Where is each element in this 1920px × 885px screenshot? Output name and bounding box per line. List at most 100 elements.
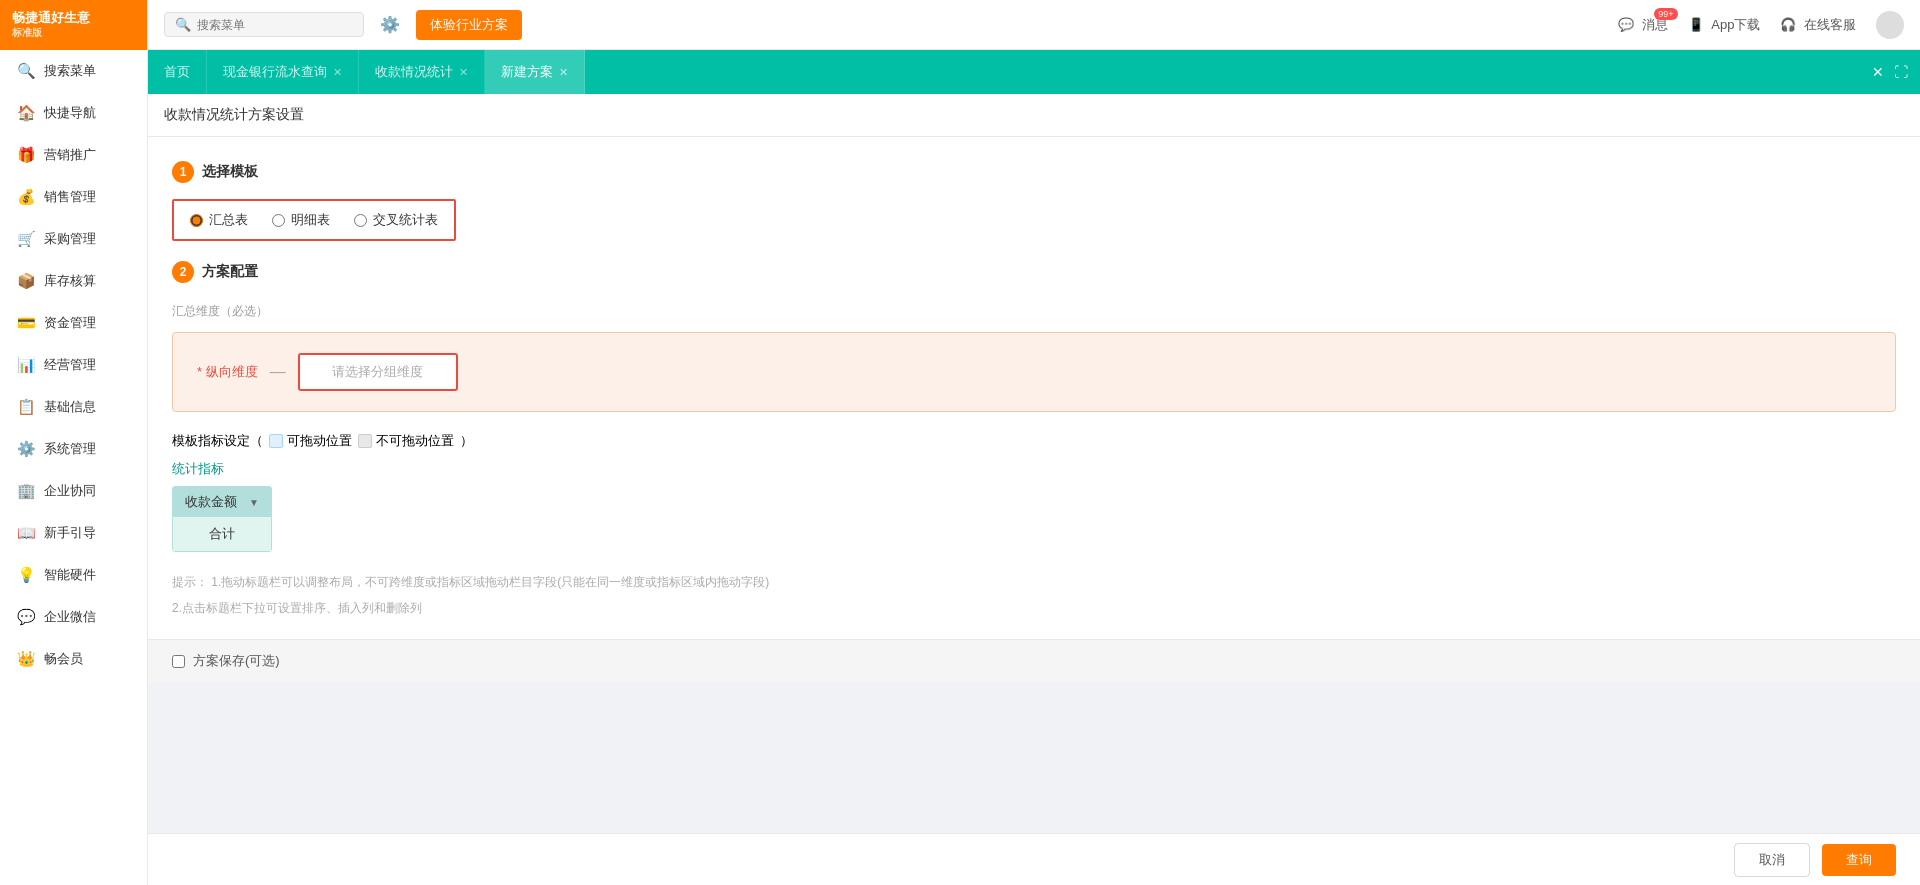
- sidebar-item-purchase[interactable]: 🛒 采购管理: [0, 218, 147, 260]
- sidebar-item-label: 搜索菜单: [44, 62, 96, 80]
- radio-cross[interactable]: 交叉统计表: [354, 211, 438, 229]
- sidebar-item-label: 企业微信: [44, 608, 96, 626]
- tabbar-actions: ✕ ⛶: [1860, 50, 1920, 94]
- metrics-title-prefix: 模板指标设定（: [172, 432, 263, 450]
- radio-detail-input[interactable]: [272, 214, 285, 227]
- wechat-icon: 💬: [16, 608, 36, 626]
- sidebar-item-hardware[interactable]: 💡 智能硬件: [0, 554, 147, 596]
- sidebar-item-marketing[interactable]: 🎁 营销推广: [0, 134, 147, 176]
- sidebar-item-wechat[interactable]: 💬 企业微信: [0, 596, 147, 638]
- footer-bar: 取消 查询: [148, 833, 1920, 885]
- save-label[interactable]: 方案保存(可选): [193, 652, 280, 670]
- building-icon: 🏢: [16, 482, 36, 500]
- close-window-icon[interactable]: ✕: [1872, 64, 1884, 80]
- save-checkbox[interactable]: [172, 655, 185, 668]
- sidebar-item-label: 采购管理: [44, 230, 96, 248]
- notification-count: 99+: [1654, 8, 1677, 20]
- vertical-label: * 纵向维度: [197, 363, 258, 381]
- sidebar-logo: 畅捷通好生意 标准版: [0, 0, 147, 50]
- sidebar-item-enterprise[interactable]: 🏢 企业协同: [0, 470, 147, 512]
- sidebar-item-label: 智能硬件: [44, 566, 96, 584]
- sidebar-item-label: 营销推广: [44, 146, 96, 164]
- topbar-search-container[interactable]: 🔍: [164, 12, 364, 37]
- sidebar-item-label: 新手引导: [44, 524, 96, 542]
- dimension-placeholder: 请选择分组维度: [332, 363, 423, 381]
- radio-cross-label: 交叉统计表: [373, 211, 438, 229]
- gift-icon: 🎁: [16, 146, 36, 164]
- sidebar-item-label: 库存核算: [44, 272, 96, 290]
- dimension-area: * 纵向维度 — 请选择分组维度: [172, 332, 1896, 412]
- sidebar-item-sales[interactable]: 💰 销售管理: [0, 176, 147, 218]
- trial-button[interactable]: 体验行业方案: [416, 10, 522, 40]
- sidebar-item-member[interactable]: 👑 畅会员: [0, 638, 147, 680]
- cancel-button[interactable]: 取消: [1734, 843, 1810, 877]
- hardware-icon: 💡: [16, 566, 36, 584]
- metric-col-amount: 收款金额 ▼ 合计: [172, 486, 272, 552]
- maximize-icon[interactable]: ⛶: [1894, 64, 1908, 80]
- tab-cashflow[interactable]: 现金银行流水查询 ✕: [207, 50, 359, 94]
- sidebar-item-finance[interactable]: 💳 资金管理: [0, 302, 147, 344]
- step1-title: 选择模板: [202, 163, 258, 181]
- settings-icon[interactable]: ⚙️: [380, 15, 400, 34]
- sidebar-item-system[interactable]: ⚙️ 系统管理: [0, 428, 147, 470]
- radio-detail[interactable]: 明细表: [272, 211, 330, 229]
- sidebar-nav: 🔍 搜索菜单 🏠 快捷导航 🎁 营销推广 💰 销售管理 🛒 采购管理 📦 库存核…: [0, 50, 147, 885]
- tab-home[interactable]: 首页: [148, 50, 207, 94]
- stat-label: 统计指标: [172, 460, 1896, 478]
- page-card: 收款情况统计方案设置 1 选择模板 汇总表: [148, 94, 1920, 682]
- sidebar-item-label: 销售管理: [44, 188, 96, 206]
- tab-close-icon[interactable]: ✕: [333, 66, 342, 79]
- radio-cross-input[interactable]: [354, 214, 367, 227]
- clipboard-icon: 📋: [16, 398, 36, 416]
- tips-section: 提示： 1.拖动标题栏可以调整布局，不可跨维度或指标区域拖动栏目字段(只能在同一…: [172, 572, 1896, 619]
- sidebar-item-label: 畅会员: [44, 650, 83, 668]
- page-header: 收款情况统计方案设置: [148, 94, 1920, 137]
- box-icon: 📦: [16, 272, 36, 290]
- metric-header-amount[interactable]: 收款金额 ▼: [173, 487, 271, 517]
- service-btn[interactable]: 🎧 在线客服: [1780, 16, 1856, 34]
- user-avatar[interactable]: [1876, 11, 1904, 39]
- sidebar-item-label: 基础信息: [44, 398, 96, 416]
- sidebar-item-label: 企业协同: [44, 482, 96, 500]
- cart-icon: 🛒: [16, 230, 36, 248]
- tab-close-icon[interactable]: ✕: [559, 66, 568, 79]
- sidebar-item-inventory[interactable]: 📦 库存核算: [0, 260, 147, 302]
- radio-summary-input[interactable]: [190, 214, 203, 227]
- sidebar-item-home[interactable]: 🏠 快捷导航: [0, 92, 147, 134]
- download-btn[interactable]: 📱 App下载: [1688, 16, 1761, 34]
- sidebar-item-search[interactable]: 🔍 搜索菜单: [0, 50, 147, 92]
- tab-receipts[interactable]: 收款情况统计 ✕: [359, 50, 485, 94]
- page-body: 1 选择模板 汇总表 明细表: [148, 137, 1920, 619]
- sidebar-item-base-info[interactable]: 📋 基础信息: [0, 386, 147, 428]
- arrow-icon: —: [270, 363, 286, 381]
- tips-label: 提示：: [172, 575, 208, 589]
- metrics-section: 模板指标设定（ 可拖动位置 不可拖动位置 ） 统计指标: [172, 432, 1896, 552]
- fixed-label: 不可拖动位置: [376, 432, 454, 450]
- chevron-down-icon[interactable]: ▼: [249, 497, 259, 508]
- metric-cell-total: 合计: [173, 517, 271, 551]
- dimension-select[interactable]: 请选择分组维度: [298, 353, 458, 391]
- step1-section: 1 选择模板 汇总表 明细表: [172, 161, 1896, 241]
- radio-summary[interactable]: 汇总表: [190, 211, 248, 229]
- sidebar-item-label: 资金管理: [44, 314, 96, 332]
- tab-new-plan[interactable]: 新建方案 ✕: [485, 50, 585, 94]
- step1-header: 1 选择模板: [172, 161, 1896, 183]
- sidebar-item-label: 系统管理: [44, 440, 96, 458]
- notification-wrap[interactable]: 💬 99+ 消息: [1618, 16, 1668, 34]
- sidebar-item-guide[interactable]: 📖 新手引导: [0, 512, 147, 554]
- content-wrapper: 收款情况统计方案设置 1 选择模板 汇总表: [148, 94, 1920, 833]
- tab-close-icon[interactable]: ✕: [459, 66, 468, 79]
- tab-new-plan-label: 新建方案: [501, 63, 553, 81]
- sidebar-item-operations[interactable]: 📊 经营管理: [0, 344, 147, 386]
- chart-icon: 📊: [16, 356, 36, 374]
- metrics-header: 模板指标设定（ 可拖动位置 不可拖动位置 ）: [172, 432, 1896, 450]
- sidebar: 畅捷通好生意 标准版 🔍 搜索菜单 🏠 快捷导航 🎁 营销推广 💰 销售管理 🛒…: [0, 0, 148, 885]
- fixed-box: [358, 434, 372, 448]
- app-name: 畅捷通好生意: [12, 10, 90, 26]
- settings-icon: ⚙️: [16, 440, 36, 458]
- query-button[interactable]: 查询: [1822, 844, 1896, 876]
- tip-item-2: 2.点击标题栏下拉可设置排序、插入列和删除列: [172, 598, 1896, 620]
- tab-cashflow-label: 现金银行流水查询: [223, 63, 327, 81]
- topbar-right: 💬 99+ 消息 📱 App下载 🎧 在线客服: [1618, 11, 1904, 39]
- search-input[interactable]: [197, 18, 337, 32]
